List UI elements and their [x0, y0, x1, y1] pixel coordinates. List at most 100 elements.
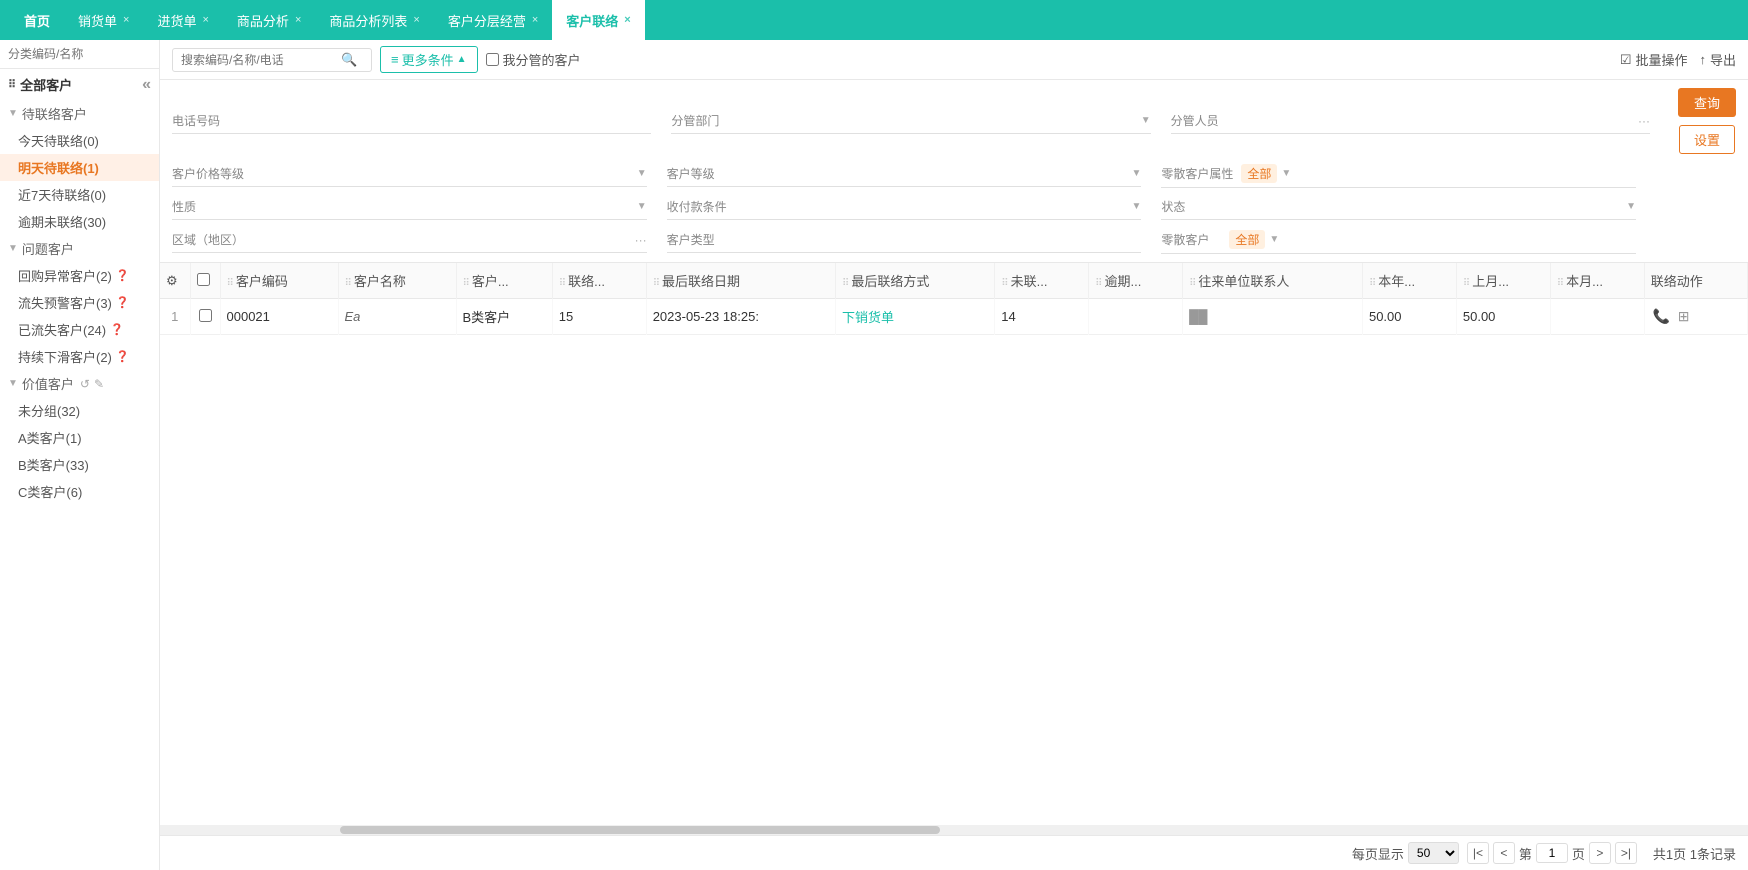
row-last-month: 50.00 — [1456, 299, 1550, 335]
pagination: |< < 第 页 > >| — [1467, 842, 1637, 864]
nav-customer-contact-label: 客户联络 — [566, 11, 618, 30]
dept-dropdown-icon: ▼ — [1141, 115, 1151, 126]
export-icon: ↑ — [1699, 52, 1706, 67]
this-year-sort-icon: ⠿ — [1369, 278, 1376, 289]
sidebar-group-value-label: 价值客户 — [22, 374, 74, 393]
nav-home-label: 首页 — [24, 11, 50, 30]
sidebar-item-tomorrow-label: 明天待联络(1) — [18, 158, 99, 177]
settings-btn[interactable]: 设置 — [1679, 125, 1735, 154]
sidebar-item-today[interactable]: 今天待联络(0) — [0, 127, 159, 154]
manager-dots-icon[interactable]: ··· — [1638, 114, 1650, 128]
nav-analysis-list-close[interactable]: × — [413, 14, 419, 26]
sidebar-search-input[interactable] — [8, 47, 160, 61]
export-btn[interactable]: ↑ 导出 — [1699, 50, 1736, 69]
nav-analysis-list[interactable]: 商品分析列表 × — [315, 0, 433, 40]
grid-icon[interactable]: ⊞ — [1678, 308, 1690, 324]
nav-customer-contact-close[interactable]: × — [624, 14, 630, 26]
sidebar-group-pending[interactable]: ▼ 待联络客户 — [0, 100, 159, 127]
search-input[interactable] — [181, 53, 341, 67]
content-area: 🔍 ≡ 更多条件 ▲ 我分管的客户 ☑ 批量操作 ↑ 导出 — [160, 40, 1748, 870]
sidebar-all-customers[interactable]: ⠿ 全部客户 « — [0, 69, 159, 100]
nav-purchase[interactable]: 进货单 × — [143, 0, 222, 40]
sidebar-group-problem[interactable]: ▼ 问题客户 — [0, 235, 159, 262]
sidebar-item-repeat[interactable]: 回购异常客户(2) ❓ — [0, 262, 159, 289]
nav-sales-label: 销货单 — [78, 11, 117, 30]
scrollbar-thumb[interactable] — [340, 826, 940, 834]
filter-panel: 电话号码 分管部门 ▼ 分管人员 ··· 查询 设置 — [160, 80, 1748, 263]
action-buttons: 查询 设置 — [1678, 88, 1736, 154]
nav-customer-tier[interactable]: 客户分层经营 × — [434, 0, 552, 40]
filter-retail-customer-value: 全部 — [1229, 230, 1265, 249]
last-page-btn[interactable]: >| — [1615, 842, 1637, 864]
prev-page-btn[interactable]: < — [1493, 842, 1515, 864]
sidebar-item-class-a-label: A类客户(1) — [18, 428, 82, 447]
batch-btn[interactable]: ☑ 批量操作 — [1620, 50, 1688, 69]
last-month-sort-icon: ⠿ — [1463, 278, 1470, 289]
select-all-checkbox[interactable] — [197, 273, 210, 286]
value-refresh-icon[interactable]: ↺ — [80, 377, 90, 391]
per-page-select[interactable]: 50 100 200 — [1408, 842, 1459, 864]
nav-purchase-close[interactable]: × — [202, 14, 208, 26]
col-this-month: ⠿本月... — [1550, 263, 1644, 299]
row-actions: 📞 ⊞ — [1644, 299, 1747, 335]
row-checkbox[interactable] — [199, 309, 212, 322]
filter-value-level-label: 客户价格等级 — [172, 165, 244, 182]
contact-sort-icon: ⠿ — [559, 278, 566, 289]
first-page-btn[interactable]: |< — [1467, 842, 1489, 864]
query-btn[interactable]: 查询 — [1678, 88, 1736, 117]
row-checkbox-cell[interactable] — [190, 299, 220, 335]
sidebar-item-class-b[interactable]: B类客户(33) — [0, 451, 159, 478]
sidebar-item-ungroup[interactable]: 未分组(32) — [0, 397, 159, 424]
col-overdue: ⠿逾期... — [1089, 263, 1183, 299]
total-info: 共1页 1条记录 — [1653, 844, 1736, 863]
sidebar-all-dots[interactable]: « — [142, 76, 151, 94]
more-filter-btn[interactable]: ≡ 更多条件 ▲ — [380, 46, 478, 73]
col-checkbox[interactable] — [190, 263, 220, 299]
next-page-btn[interactable]: > — [1589, 842, 1611, 864]
sidebar-item-class-a[interactable]: A类客户(1) — [0, 424, 159, 451]
call-icon[interactable]: 📞 — [1653, 308, 1670, 324]
sidebar-item-churned[interactable]: 已流失客户(24) ❓ — [0, 316, 159, 343]
sidebar-group-value[interactable]: ▼ 价值客户 ↺ ✎ — [0, 370, 159, 397]
horizontal-scrollbar[interactable] — [160, 825, 1748, 835]
sidebar-item-class-c[interactable]: C类客户(6) — [0, 478, 159, 505]
nav-analysis[interactable]: 商品分析 × — [223, 0, 315, 40]
lost-help-icon[interactable]: ❓ — [116, 296, 130, 309]
problem-triangle-icon: ▼ — [8, 243, 18, 254]
churned-help-icon[interactable]: ❓ — [110, 323, 124, 336]
col-unit-contact: ⠿往来单位联系人 — [1183, 263, 1363, 299]
per-page-label: 每页显示 — [1352, 844, 1404, 863]
declining-help-icon[interactable]: ❓ — [116, 350, 130, 363]
nav-customer-contact[interactable]: 客户联络 × — [552, 0, 644, 40]
area-dots-icon[interactable]: ··· — [635, 233, 647, 247]
page-size-area: 每页显示 50 100 200 — [1352, 842, 1459, 864]
value-triangle-icon: ▼ — [8, 378, 18, 389]
last-method-link[interactable]: 下销货单 — [842, 310, 894, 325]
nav-customer-tier-close[interactable]: × — [532, 14, 538, 26]
sidebar-item-week[interactable]: 近7天待联络(0) — [0, 181, 159, 208]
top-nav: 首页 销货单 × 进货单 × 商品分析 × 商品分析列表 × 客户分层经营 × … — [0, 0, 1748, 40]
my-customers-checkbox-label[interactable]: 我分管的客户 — [486, 50, 581, 69]
nav-sales[interactable]: 销货单 × — [64, 0, 143, 40]
value-edit-icon[interactable]: ✎ — [94, 377, 104, 391]
page-unit-label: 页 — [1572, 844, 1585, 863]
repeat-help-icon[interactable]: ❓ — [116, 269, 130, 282]
filter-retail-attr-label: 零散客户属性 — [1161, 165, 1233, 182]
col-settings[interactable]: ⚙ — [160, 263, 190, 299]
toolbar-search-icon[interactable]: 🔍 — [341, 52, 357, 68]
my-customers-checkbox[interactable] — [486, 53, 499, 66]
filter-dept: 分管部门 ▼ — [671, 108, 1150, 134]
sidebar-item-overdue[interactable]: 逾期未联络(30) — [0, 208, 159, 235]
sidebar-item-tomorrow[interactable]: 明天待联络(1) — [0, 154, 159, 181]
nav-home[interactable]: 首页 — [10, 0, 64, 40]
row-num: 1 — [160, 299, 190, 335]
filter-arrow-icon: ▲ — [457, 54, 467, 65]
page-input[interactable] — [1536, 843, 1568, 863]
nav-sales-close[interactable]: × — [123, 14, 129, 26]
col-last-date: ⠿最后联络日期 — [646, 263, 835, 299]
sidebar-item-lost[interactable]: 流失预警客户(3) ❓ — [0, 289, 159, 316]
sidebar-item-declining[interactable]: 持续下滑客户(2) ❓ — [0, 343, 159, 370]
sidebar-item-churned-label: 已流失客户(24) — [18, 320, 106, 339]
nav-analysis-close[interactable]: × — [295, 14, 301, 26]
toolbar: 🔍 ≡ 更多条件 ▲ 我分管的客户 ☑ 批量操作 ↑ 导出 — [160, 40, 1748, 80]
